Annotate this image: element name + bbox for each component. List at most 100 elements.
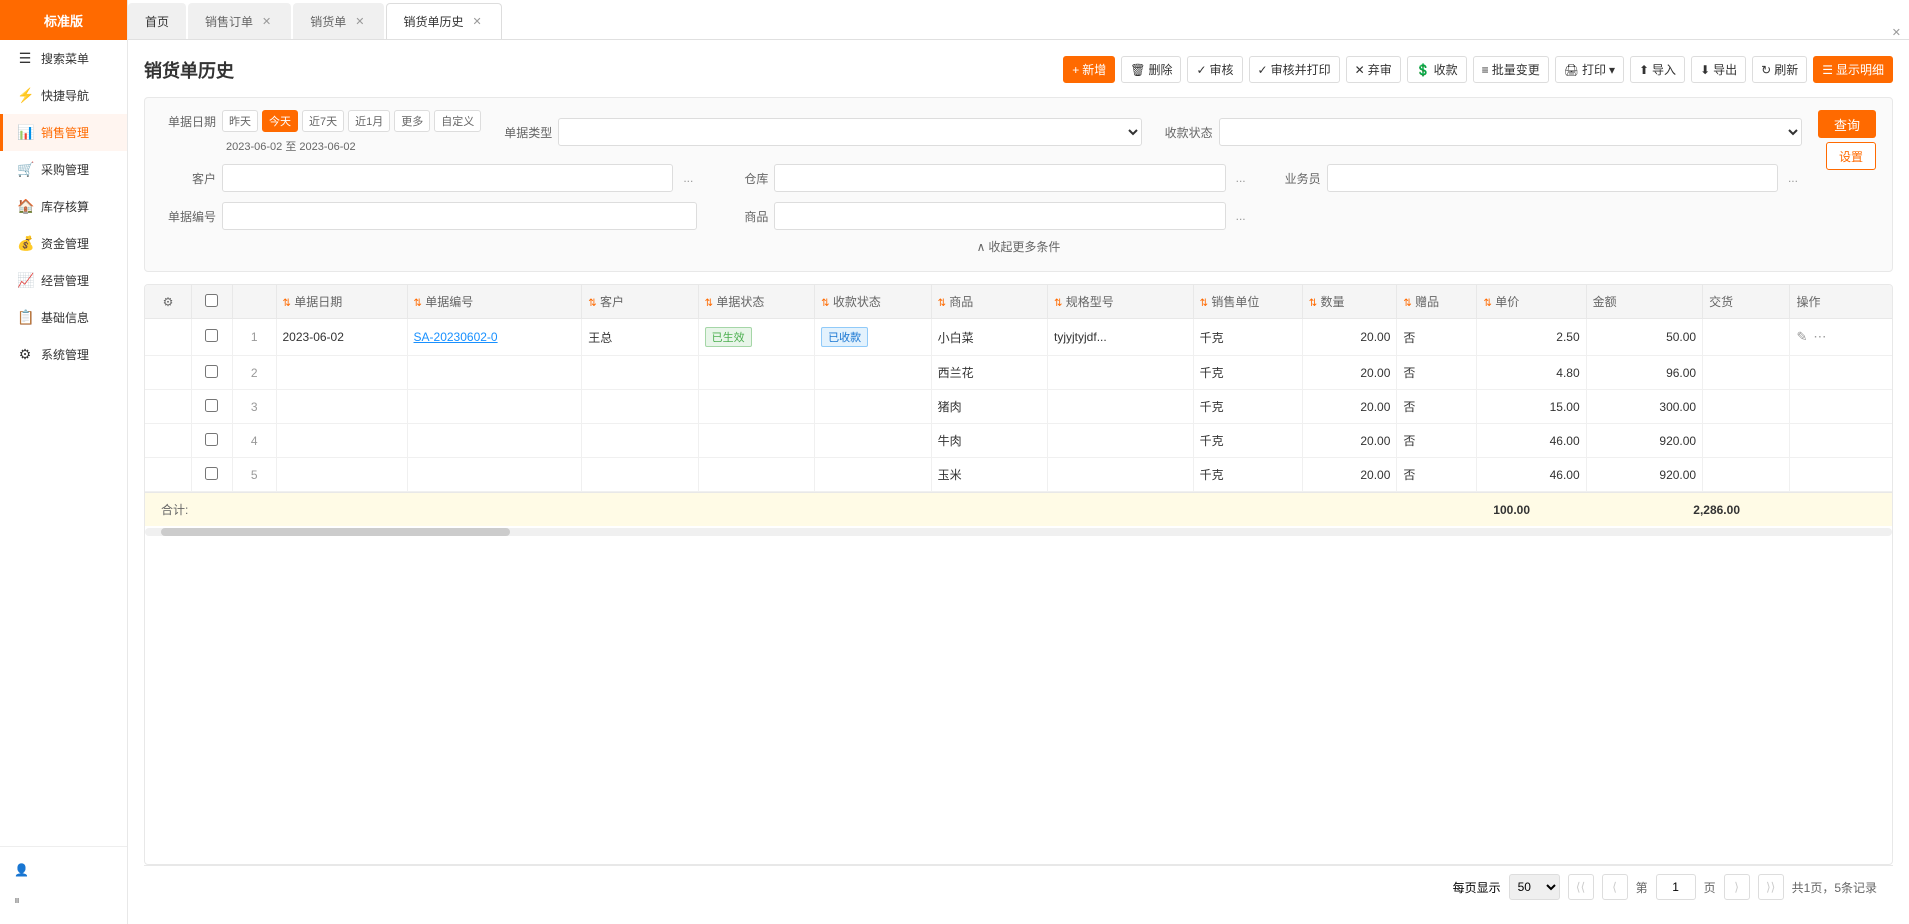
col-settings[interactable]: ⚙ [145, 285, 192, 319]
horizontal-scrollbar[interactable] [145, 528, 1892, 536]
col-unit[interactable]: ⇅ 销售单位 [1193, 285, 1302, 319]
refresh-button[interactable]: ↻ 刷新 [1752, 56, 1807, 83]
salesperson-dots[interactable]: ... [1784, 171, 1802, 185]
row-checkbox-cell[interactable] [192, 424, 233, 458]
salesperson-input[interactable] [1327, 164, 1778, 192]
warehouse-dots[interactable]: ... [1232, 171, 1250, 185]
row-checkbox-cell[interactable] [192, 458, 233, 492]
date-more-btn[interactable]: 更多 [394, 110, 430, 132]
sidebar-item-purchase-mgmt[interactable]: 🛒 采购管理 [0, 151, 127, 188]
row-checkbox-cell[interactable] [192, 356, 233, 390]
sidebar-item-fund-mgmt[interactable]: 💰 资金管理 [0, 225, 127, 262]
goods-dots[interactable]: ... [1232, 209, 1250, 223]
col-trade: 交货 [1703, 285, 1790, 319]
col-gift[interactable]: ⇅ 赠品 [1397, 285, 1477, 319]
new-button[interactable]: + 新增 [1063, 56, 1115, 83]
sidebar-item-basic-info[interactable]: 📋 基础信息 [0, 299, 127, 336]
sort-icon: ⇅ [821, 298, 829, 309]
tab-sales-history[interactable]: 销货单历史 ✕ [386, 3, 501, 39]
abandon-button[interactable]: ✕ 弃审 [1346, 56, 1401, 83]
date-today-btn[interactable]: 今天 [262, 110, 298, 132]
tab-sales-order[interactable]: 销售订单 ✕ [188, 3, 291, 39]
col-goods[interactable]: ⇅ 商品 [931, 285, 1047, 319]
row-checkbox[interactable] [205, 433, 218, 446]
filter-section: 单据日期 昨天 今天 近7天 近1月 更多 自定义 [144, 97, 1893, 272]
sidebar-item-sales-mgmt[interactable]: 📊 销售管理 [0, 114, 127, 151]
col-doc-no[interactable]: ⇅ 单据编号 [407, 285, 582, 319]
footer-total-amount: 2,286.00 [1666, 503, 1746, 517]
page-size-select[interactable]: 20 50 100 [1509, 874, 1560, 900]
warehouse-input[interactable] [774, 164, 1225, 192]
sort-icon: ⇅ [1403, 298, 1411, 309]
row-doc-no[interactable] [407, 424, 582, 458]
close-all-tabs-button[interactable]: ✕ [1892, 26, 1901, 39]
sidebar-item-quick-nav[interactable]: ⚡ 快捷导航 [0, 77, 127, 114]
print-button[interactable]: 🖨 打印 ▾ [1555, 56, 1624, 83]
select-all-checkbox[interactable] [205, 294, 218, 307]
sidebar-item-search-menu[interactable]: ☰ 搜索菜单 [0, 40, 127, 77]
filter-doc-type: 单据类型 [497, 118, 1141, 146]
batch-change-button[interactable]: ≡ 批量变更 [1473, 56, 1549, 83]
export-button[interactable]: ⬇ 导出 [1691, 56, 1746, 83]
scroll-thumb[interactable] [161, 528, 510, 536]
col-customer[interactable]: ⇅ 客户 [582, 285, 698, 319]
query-button[interactable]: 查询 [1818, 110, 1876, 138]
show-detail-icon: ☰ [1822, 63, 1833, 77]
date-custom-btn[interactable]: 自定义 [434, 110, 481, 132]
col-doc-date[interactable]: ⇅ 单据日期 [276, 285, 407, 319]
tab-home[interactable]: 首页 [128, 3, 186, 39]
show-detail-button[interactable]: ☰ 显示明细 [1813, 56, 1893, 83]
payment-status-select[interactable] [1219, 118, 1802, 146]
delete-button[interactable]: 🗑 删除 [1121, 56, 1181, 83]
doc-no-input[interactable] [222, 202, 697, 230]
tab-close-sales-history[interactable]: ✕ [470, 14, 485, 29]
date-week-btn[interactable]: 近7天 [302, 110, 344, 132]
col-price[interactable]: ⇅ 单价 [1477, 285, 1586, 319]
row-checkbox[interactable] [205, 399, 218, 412]
sidebar-item-stock-calc[interactable]: 🏠 库存核算 [0, 188, 127, 225]
doc-type-select[interactable] [558, 118, 1141, 146]
prev-page-button[interactable]: ⟨ [1602, 874, 1628, 900]
more-icon[interactable]: ⋯ [1813, 329, 1826, 345]
date-month-btn[interactable]: 近1月 [348, 110, 390, 132]
row-checkbox-cell[interactable] [192, 319, 233, 356]
collapse-filter-button[interactable]: ∧ 收起更多条件 [969, 234, 1069, 259]
row-checkbox[interactable] [205, 365, 218, 378]
row-doc-no[interactable] [407, 390, 582, 424]
row-checkbox[interactable] [205, 467, 218, 480]
last-page-button[interactable]: ⟩⟩ [1758, 874, 1784, 900]
tab-sales-goods[interactable]: 销货单 ✕ [293, 3, 384, 39]
row-checkbox-cell[interactable] [192, 390, 233, 424]
row-customer [582, 390, 698, 424]
row-doc-no[interactable] [407, 458, 582, 492]
row-doc-no[interactable] [407, 356, 582, 390]
collect-button[interactable]: 💲 收款 [1407, 56, 1467, 83]
col-spec[interactable]: ⇅ 规格型号 [1048, 285, 1194, 319]
audit-button[interactable]: ✓ 审核 [1187, 56, 1242, 83]
import-button[interactable]: ⬆ 导入 [1630, 56, 1685, 83]
doc-no-link[interactable]: SA-20230602-0 [414, 330, 498, 344]
goods-input[interactable] [774, 202, 1225, 230]
date-yesterday-btn[interactable]: 昨天 [222, 110, 258, 132]
tab-close-sales-goods[interactable]: ✕ [352, 14, 367, 29]
col-doc-status[interactable]: ⇅ 单据状态 [698, 285, 814, 319]
filter-goods: 商品 ... [713, 202, 1249, 230]
sidebar-item-sys-mgmt[interactable]: ⚙ 系统管理 [0, 336, 127, 373]
col-payment-status[interactable]: ⇅ 收款状态 [815, 285, 931, 319]
customer-input[interactable] [222, 164, 673, 192]
customer-dots[interactable]: ... [679, 171, 697, 185]
sidebar-item-ops-mgmt[interactable]: 📈 经营管理 [0, 262, 127, 299]
edit-icon[interactable]: ✎ [1796, 329, 1807, 345]
col-checkbox[interactable] [192, 285, 233, 319]
page-number-input[interactable] [1656, 874, 1696, 900]
set-button[interactable]: 设置 [1826, 142, 1876, 170]
col-qty[interactable]: ⇅ 数量 [1302, 285, 1397, 319]
tab-close-sales-order[interactable]: ✕ [259, 14, 274, 29]
first-page-button[interactable]: ⟨⟨ [1568, 874, 1594, 900]
audit-print-button[interactable]: ✓ 审核并打印 [1249, 56, 1340, 83]
sidebar-user-avatar[interactable]: 👤 [0, 855, 127, 885]
row-checkbox[interactable] [205, 329, 218, 342]
sidebar-collapse[interactable]: ⏸ [0, 885, 127, 916]
next-page-button[interactable]: ⟩ [1724, 874, 1750, 900]
row-doc-no[interactable]: SA-20230602-0 [407, 319, 582, 356]
